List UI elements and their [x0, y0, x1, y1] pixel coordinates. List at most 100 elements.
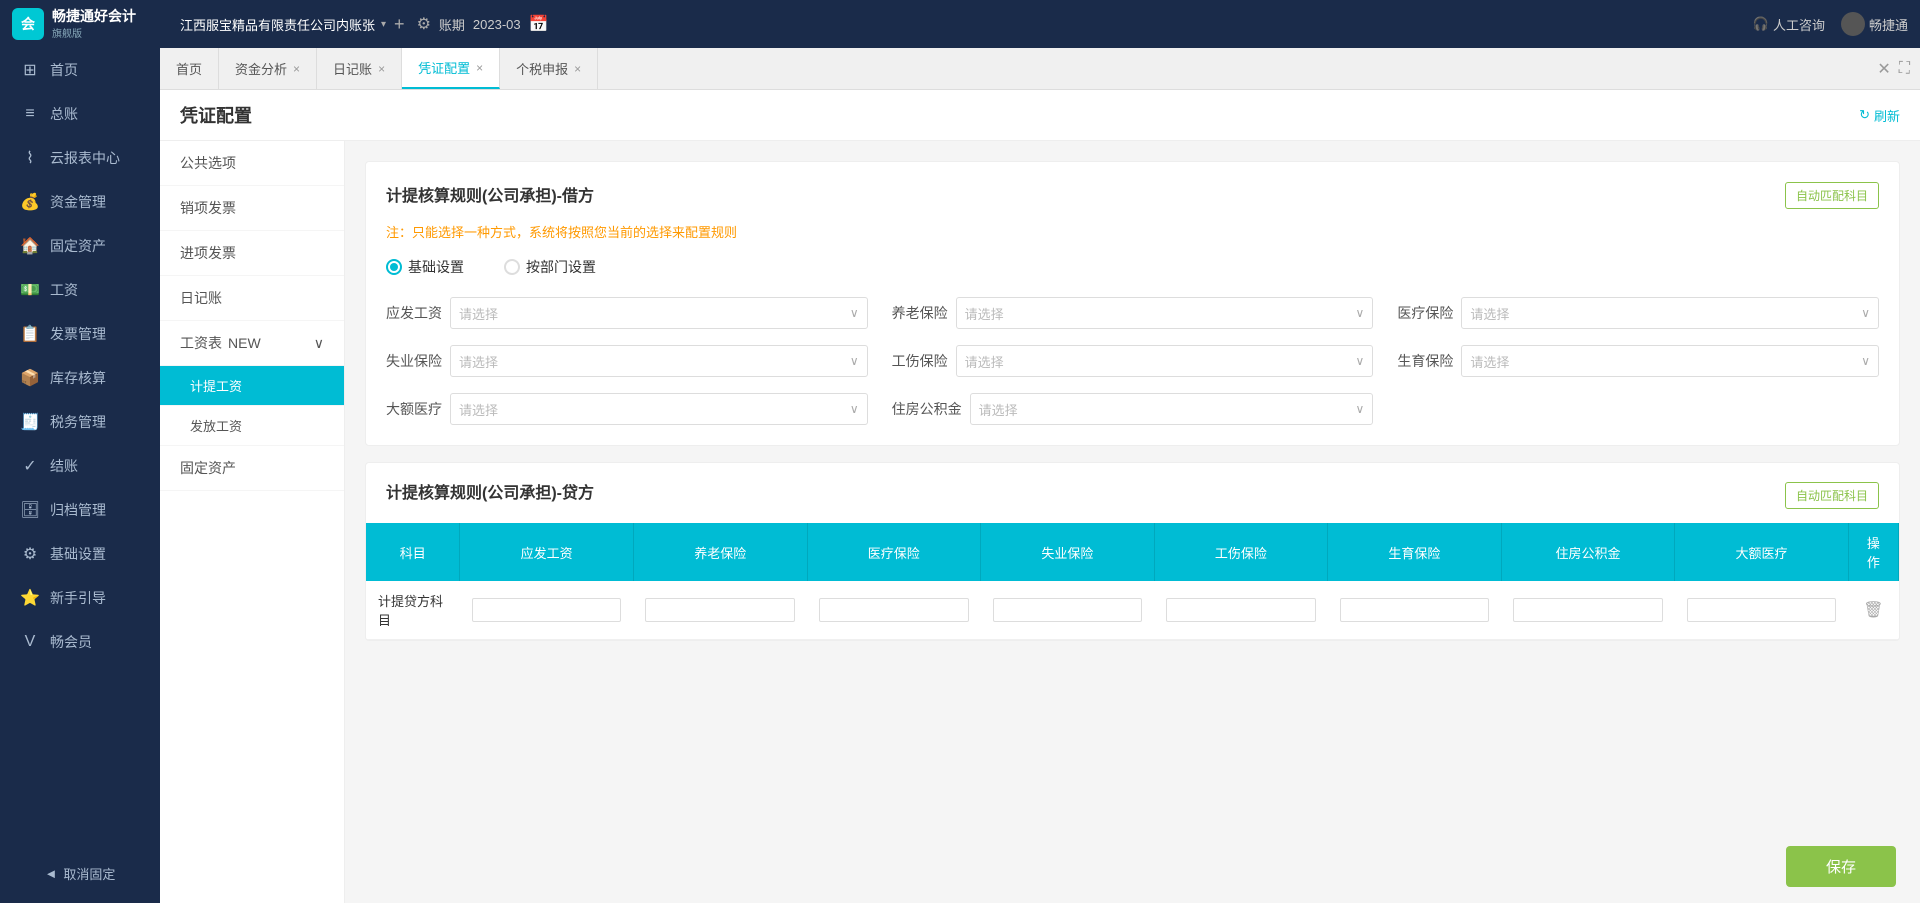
- form-select-gross[interactable]: 请选择 ∨: [450, 297, 868, 329]
- form-label-work-injury: 工伤保险: [892, 351, 948, 371]
- radio-basic[interactable]: 基础设置: [386, 257, 464, 277]
- tab-voucher-config[interactable]: 凭证配置 ×: [402, 48, 500, 89]
- tab-label: 个税申报: [516, 59, 568, 78]
- left-nav-payroll[interactable]: 计提工资: [160, 366, 344, 406]
- form-select-placeholder: 请选择: [459, 352, 498, 371]
- sidebar-item-salary[interactable]: 💵 工资: [0, 268, 160, 312]
- calendar-icon[interactable]: 📅: [529, 14, 549, 34]
- debit-form-grid: 应发工资 请选择 ∨ 养老保险 请选择 ∨: [386, 297, 1879, 425]
- left-nav-salary-group-header[interactable]: 工资表 NEW ∨: [160, 321, 344, 366]
- left-nav-journal[interactable]: 日记账: [160, 276, 344, 321]
- sidebar-item-ledger[interactable]: ≡ 总账: [0, 92, 160, 136]
- arrow-left-icon: ◄: [45, 866, 58, 881]
- tab-home[interactable]: 首页: [160, 48, 219, 89]
- input-large-medical[interactable]: [1687, 598, 1837, 622]
- left-nav-purchase-invoice[interactable]: 进项发票: [160, 231, 344, 276]
- input-pension[interactable]: [645, 598, 795, 622]
- tab-journal[interactable]: 日记账 ×: [317, 48, 402, 89]
- sidebar-item-archive[interactable]: 🗄 归档管理: [0, 488, 160, 532]
- new-badge: NEW: [228, 335, 261, 351]
- two-panel: 公共选项 销项发票 进项发票 日记账 工资表: [160, 141, 1920, 903]
- period-label: 账期: [439, 15, 465, 34]
- sidebar-item-inventory[interactable]: 📦 库存核算: [0, 356, 160, 400]
- sidebar-item-label: 新手引导: [50, 588, 106, 608]
- invoices-icon: 📋: [20, 324, 40, 344]
- form-select-maternity[interactable]: 请选择 ∨: [1461, 345, 1879, 377]
- form-select-pension[interactable]: 请选择 ∨: [956, 297, 1374, 329]
- tab-finance-analysis[interactable]: 资金分析 ×: [219, 48, 317, 89]
- sidebar-item-settings[interactable]: ⚙ 基础设置: [0, 532, 160, 576]
- form-select-unemployment[interactable]: 请选择 ∨: [450, 345, 868, 377]
- th-subject: 科目: [366, 523, 460, 581]
- form-select-placeholder: 请选择: [459, 400, 498, 419]
- cancel-fixed-button[interactable]: ◄ 取消固定: [0, 854, 160, 893]
- td-maternity-input: [1328, 581, 1502, 640]
- sidebar-item-home[interactable]: ⊞ 首页: [0, 48, 160, 92]
- tab-close-icon[interactable]: ×: [476, 61, 483, 75]
- company-name: 江西服宝精品有限责任公司内账张: [180, 15, 375, 34]
- sidebar-item-vip[interactable]: V 畅会员: [0, 620, 160, 664]
- credit-auto-match-button[interactable]: 自动匹配科目: [1785, 482, 1879, 509]
- debit-auto-match-button[interactable]: 自动匹配科目: [1785, 182, 1879, 209]
- assets-icon: 🏠: [20, 236, 40, 256]
- sidebar-item-invoices[interactable]: 📋 发票管理: [0, 312, 160, 356]
- delete-row-icon[interactable]: 🗑: [1863, 602, 1883, 619]
- support-label: 人工咨询: [1773, 15, 1825, 34]
- sidebar-item-label: 基础设置: [50, 544, 106, 564]
- sidebar-item-reports[interactable]: ⌇ 云报表中心: [0, 136, 160, 180]
- left-nav-salary-group: 工资表 NEW ∨ 计提工资 发放工资: [160, 321, 344, 446]
- sidebar-item-finance[interactable]: 💰 资金管理: [0, 180, 160, 224]
- form-label-pension: 养老保险: [892, 303, 948, 323]
- credit-section-header-row: 计提核算规则(公司承担)-贷方 自动匹配科目: [366, 463, 1899, 511]
- form-label-housing-fund: 住房公积金: [892, 399, 962, 419]
- inventory-icon: 📦: [20, 368, 40, 388]
- refresh-button[interactable]: ↻ 刷新: [1859, 106, 1900, 125]
- add-button[interactable]: +: [394, 14, 405, 35]
- sidebar-item-label: 云报表中心: [50, 148, 120, 168]
- form-select-work-injury[interactable]: 请选择 ∨: [956, 345, 1374, 377]
- support-button[interactable]: 🎧 人工咨询: [1753, 15, 1825, 34]
- input-maternity[interactable]: [1340, 598, 1490, 622]
- input-housing-fund[interactable]: [1513, 598, 1663, 622]
- user-menu[interactable]: 畅捷通: [1841, 12, 1908, 36]
- form-item-housing-fund: 住房公积金 请选择 ∨: [892, 393, 1374, 425]
- left-nav-pay-salary[interactable]: 发放工资: [160, 406, 344, 446]
- window-close-icon[interactable]: ✕: [1877, 59, 1890, 79]
- radio-department[interactable]: 按部门设置: [504, 257, 596, 277]
- left-nav-public[interactable]: 公共选项: [160, 141, 344, 186]
- sidebar-item-tax[interactable]: 🧾 税务管理: [0, 400, 160, 444]
- left-nav-label: 工资表: [180, 333, 222, 353]
- sidebar-item-assets[interactable]: 🏠 固定资产: [0, 224, 160, 268]
- settings-icon[interactable]: ⚙: [417, 14, 431, 34]
- form-select-housing-fund[interactable]: 请选择 ∨: [970, 393, 1374, 425]
- form-select-placeholder: 请选择: [459, 304, 498, 323]
- input-unemployment[interactable]: [993, 598, 1143, 622]
- input-gross-salary[interactable]: [472, 598, 622, 622]
- save-button[interactable]: 保存: [1786, 846, 1896, 887]
- tab-close-icon[interactable]: ×: [293, 62, 300, 76]
- window-maximize-icon[interactable]: ⛶: [1899, 60, 1910, 78]
- left-nav-fixed-assets[interactable]: 固定资产: [160, 446, 344, 491]
- form-select-placeholder: 请选择: [965, 352, 1004, 371]
- form-label-gross: 应发工资: [386, 303, 442, 323]
- form-select-medical[interactable]: 请选择 ∨: [1461, 297, 1879, 329]
- sidebar-item-close[interactable]: ✓ 结账: [0, 444, 160, 488]
- td-work-injury-input: [1154, 581, 1328, 640]
- content-area: 首页 资金分析 × 日记账 × 凭证配置 × 个税申报 × ✕ ⛶: [160, 48, 1920, 903]
- left-nav-sales-invoice[interactable]: 销项发票: [160, 186, 344, 231]
- input-medical[interactable]: [819, 598, 969, 622]
- form-select-large-medical[interactable]: 请选择 ∨: [450, 393, 868, 425]
- input-work-injury[interactable]: [1166, 598, 1316, 622]
- refresh-label: 刷新: [1874, 106, 1900, 125]
- tab-tax-filing[interactable]: 个税申报 ×: [500, 48, 598, 89]
- sidebar-bottom: ◄ 取消固定: [0, 844, 160, 903]
- sidebar-item-guide[interactable]: ⭐ 新手引导: [0, 576, 160, 620]
- save-bar: 保存: [1762, 830, 1920, 903]
- left-nav-label: 固定资产: [180, 458, 236, 478]
- tab-close-icon[interactable]: ×: [574, 62, 581, 76]
- tab-close-icon[interactable]: ×: [378, 62, 385, 76]
- company-selector[interactable]: 江西服宝精品有限责任公司内账张 ▾: [180, 15, 386, 34]
- debit-section-header: 计提核算规则(公司承担)-借方 自动匹配科目: [386, 182, 1879, 206]
- dropdown-arrow-icon: ∨: [1356, 402, 1365, 416]
- td-subject-label: 计提贷方科目: [366, 581, 460, 640]
